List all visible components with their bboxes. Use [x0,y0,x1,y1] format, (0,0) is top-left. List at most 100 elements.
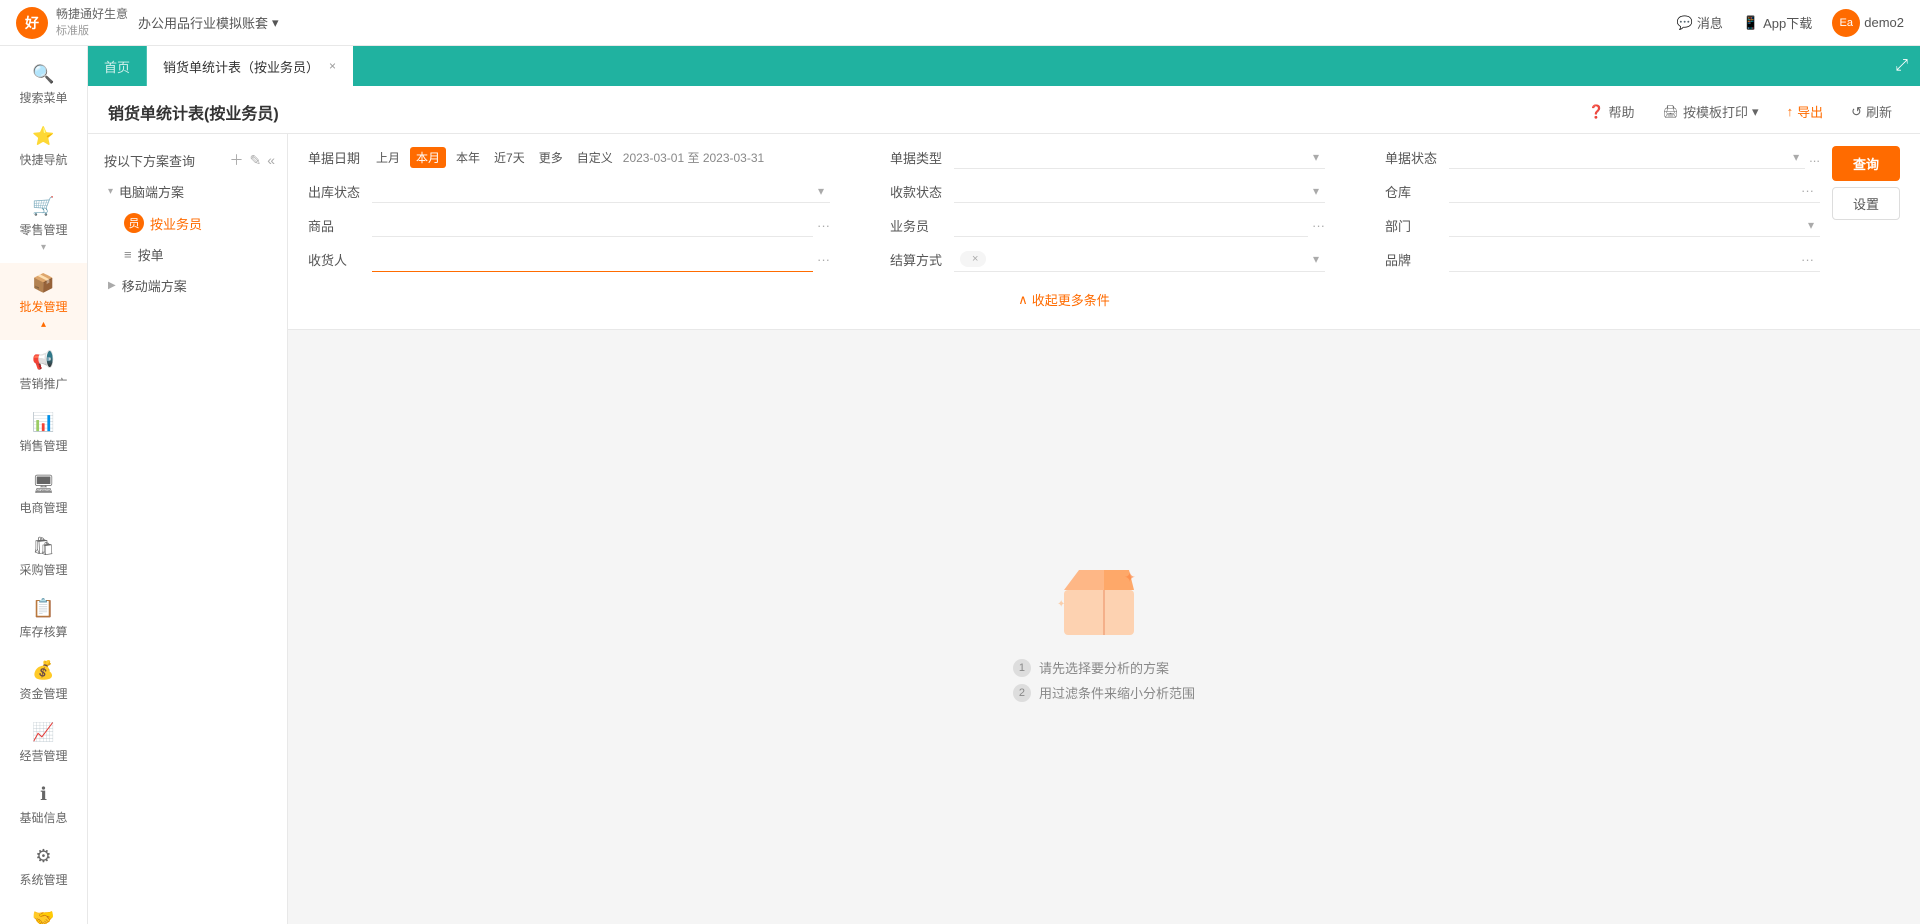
logo-label: 标准版 [56,22,128,38]
sidebar-item-wholesale[interactable]: 📦 批发管理 ▴ [0,263,87,340]
tab-sales-stats[interactable]: 销货单统计表（按业务员） × [147,46,353,86]
tree-item-salesman[interactable]: 员 按业务员 [88,207,287,239]
salesman-label: 业务员 [890,216,946,235]
brand-label: 品牌 [1385,250,1441,269]
tab-close-icon[interactable]: × [329,59,336,73]
page-title: 销货单统计表(按业务员) [108,100,279,124]
help-icon: ❓ [1588,104,1604,120]
sidebar-item-basicinfo[interactable]: ℹ 基础信息 [0,774,87,836]
product-dots[interactable]: ··· [817,218,830,233]
finance-icon: 💰 [32,660,54,681]
brand-select[interactable]: ··· [1449,248,1820,272]
warehouse-dots[interactable]: ... [1809,150,1820,165]
recipient-dots[interactable]: ··· [817,252,830,267]
filter-main: 单据日期 上月 本月 本年 近7天 更多 自定义 [308,146,1820,317]
sidebar-item-marketing[interactable]: 📢 营销推广 [0,340,87,402]
this-month-btn[interactable]: 本月 [410,147,446,168]
export-button[interactable]: ↑ 导出 [1779,98,1832,125]
expand-icon: ▾ [41,242,46,253]
more-btn[interactable]: 更多 [535,147,567,168]
tree-item-mobile[interactable]: ▶ 移动端方案 [88,270,287,301]
sidebar-item-search[interactable]: 🔍 搜索菜单 [0,54,87,116]
sidebar-item-operations[interactable]: 📈 经营管理 [0,712,87,774]
last-7-days-btn[interactable]: 近7天 [490,147,529,168]
collapse-panel-icon[interactable]: « [267,152,275,168]
logo-text: 畅捷通好生意 [56,7,128,23]
top-bar-left: 好 畅捷通好生意 标准版 办公用品行业模拟账套 ▾ [16,7,279,39]
receipt-label: 收款状态 [890,182,946,201]
marketing-icon: 📢 [32,350,54,371]
tree-label-salesman: 按业务员 [150,214,202,233]
product-input[interactable] [372,213,813,237]
salesman-input[interactable] [954,213,1308,237]
sidebar-item-label: 资金管理 [19,685,67,702]
sidebar-item-system[interactable]: ⚙ 系统管理 [0,836,87,898]
top-bar: 好 畅捷通好生意 标准版 办公用品行业模拟账套 ▾ 💬 消息 📱 App下载 [0,0,1920,46]
dept-arrow: ▾ [1808,218,1814,232]
empty-icon-container: ✦ ✦ [1049,552,1159,642]
app-container: 好 畅捷通好生意 标准版 办公用品行业模拟账套 ▾ 💬 消息 📱 App下载 [0,0,1920,924]
left-panel-icons: ＋ ✎ « [229,150,275,170]
sidebar-item-finance[interactable]: 💰 资金管理 [0,650,87,712]
doc-type-select[interactable]: ▾ [954,146,1325,169]
tree-label-pc: 电脑端方案 [119,182,184,201]
message-action[interactable]: 💬 消息 [1677,13,1723,32]
help-button[interactable]: ❓ 帮助 [1580,98,1642,125]
app-title[interactable]: 办公用品行业模拟账套 ▾ [138,13,279,32]
last-month-btn[interactable]: 上月 [372,147,404,168]
collapse-bar[interactable]: ∧ 收起更多条件 [308,282,1820,317]
tree-item-order[interactable]: ≡ 按单 [88,239,287,270]
sidebar-item-inventory[interactable]: 📋 库存核算 [0,588,87,650]
user-profile[interactable]: Ea demo2 [1832,9,1904,37]
sidebar-item-purchase[interactable]: 🛍 采购管理 [0,526,87,588]
tree-arrow-mobile: ▶ [108,280,116,291]
this-year-btn[interactable]: 本年 [452,147,484,168]
svg-text:✦: ✦ [1124,569,1136,585]
dropdown-icon: ▾ [272,15,279,31]
logo-area: 好 畅捷通好生意 标准版 [16,7,128,39]
basicinfo-icon: ℹ [40,784,47,805]
filter-row-2: 出库状态 ▾ 收款状态 [308,179,1820,203]
filter-right-actions: 查询 设置 [1820,146,1900,317]
salesman-circle-icon: 员 [124,213,144,233]
settlement-label: 结算方式 [890,250,946,269]
print-button[interactable]: 🖨 按模板打印 ▾ [1655,98,1767,125]
tab-home[interactable]: 首页 [88,46,147,86]
query-button[interactable]: 查询 [1832,146,1900,181]
recipient-label: 收货人 [308,250,364,269]
left-panel: 按以下方案查询 ＋ ✎ « ▾ 电脑端方案 员 按业务员 [88,134,288,924]
edit-scheme-icon[interactable]: ✎ [249,152,261,169]
sidebar-item-ecommerce[interactable]: 🖥 电商管理 [0,464,87,526]
filter-item-outstatus: 出库状态 ▾ [308,180,830,203]
sidebar-item-label: 营销推广 [19,375,67,392]
tree-item-pc[interactable]: ▾ 电脑端方案 [88,176,287,207]
sidebar-item-quicknav[interactable]: ⭐ 快捷导航 [0,116,87,178]
filter-item-date: 单据日期 上月 本月 本年 近7天 更多 自定义 [308,147,830,168]
inventory-icon: 📋 [32,598,54,619]
doc-status-label: 单据状态 [1385,148,1441,167]
doc-status-select[interactable]: ▾ [1449,146,1805,169]
sidebar-item-sales[interactable]: 📊 销售管理 [0,402,87,464]
brand-dots[interactable]: ··· [1801,252,1814,267]
sidebar-item-retail[interactable]: 🛒 零售管理 ▾ [0,186,87,263]
expand-icon-active: ▴ [41,319,46,330]
receipt-select[interactable]: ▾ [954,180,1325,203]
sidebar-item-label: 经营管理 [19,747,67,764]
salesman-dots[interactable]: ··· [1312,218,1325,233]
out-status-select[interactable]: ▾ [372,180,830,203]
refresh-button[interactable]: ↺ 刷新 [1843,98,1900,125]
settlement-select[interactable]: × ▾ [954,247,1325,272]
content-area: 首页 销货单统计表（按业务员） × ⤢ 销货单统计表(按业务员) ❓ 帮助 [88,46,1920,924]
settings-button[interactable]: 设置 [1832,187,1900,220]
sidebar-item-collab[interactable]: 🤝 企业协同 [0,898,87,924]
add-scheme-icon[interactable]: ＋ [229,150,243,170]
warehouse-select[interactable]: ··· [1449,179,1820,203]
settlement-tag-close[interactable]: × [972,253,978,265]
recipient-input[interactable] [372,248,813,272]
filter-item-product: 商品 ··· [308,213,830,237]
tab-expand-icon[interactable]: ⤢ [1883,57,1920,75]
warehouse-dots-2[interactable]: ··· [1801,183,1814,198]
dept-select[interactable]: ▾ [1449,214,1820,237]
custom-btn[interactable]: 自定义 [573,147,617,168]
app-download-action[interactable]: 📱 App下载 [1743,13,1812,32]
